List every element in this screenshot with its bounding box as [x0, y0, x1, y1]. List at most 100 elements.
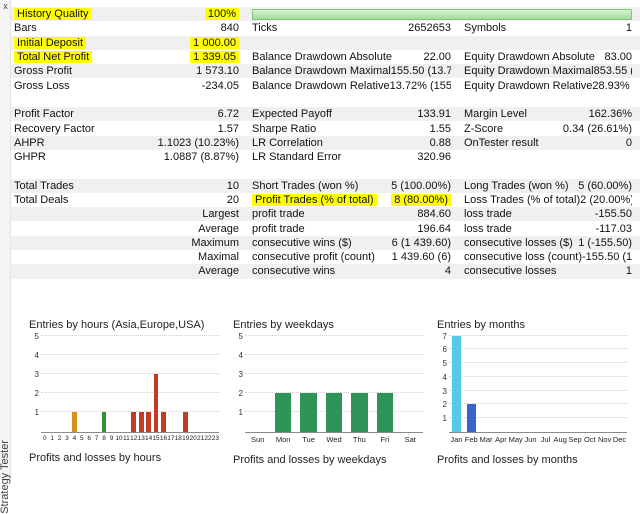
bar-15 [153, 374, 159, 432]
stat-value: -155.50 [594, 208, 632, 221]
stat-value: 320.96 [417, 151, 451, 164]
bar-Thu [351, 393, 368, 432]
stat-label: Total Trades [14, 179, 74, 192]
bar-Tue [300, 393, 317, 432]
strategy-tester-vertical-tab[interactable]: Strategy Tester [0, 440, 11, 514]
stat-label: loss trade [464, 222, 512, 235]
stat-label: Margin Level [464, 108, 527, 121]
stat-value: 0.88 [429, 136, 451, 149]
x-tick-label: 1 [50, 434, 54, 442]
stats-row: Bars 840 Ticks 2652653 Symbols 1 [11, 21, 640, 35]
stat-cell: Recovery Factor 1.57 [11, 123, 239, 135]
stat-value: 2 (20.00%) [580, 194, 632, 206]
x-tick-label: 3 [65, 434, 69, 442]
bar-slot [182, 337, 189, 432]
stat-cell: consecutive loss (count) -155.50 (1) [451, 251, 632, 263]
bar-slot [582, 337, 597, 432]
stat-value: 853.55 (28.93%) [593, 65, 632, 78]
stat-cell: Maximum [11, 237, 239, 249]
stat-label: Gross Profit [14, 65, 73, 78]
stat-cell: consecutive losses 1 [451, 265, 632, 277]
gridline [245, 334, 423, 336]
stat-label: consecutive losses [464, 265, 557, 278]
stats-row: Average profit trade 196.64 loss trade -117.… [11, 221, 640, 235]
stat-cell: LR Standard Error 320.96 [239, 151, 451, 163]
x-tick-label: 5 [80, 434, 84, 442]
bar-slot [189, 337, 196, 432]
stat-value: 196.64 [417, 222, 451, 235]
stat-label: LR Correlation [252, 136, 323, 149]
x-tick-label: 9 [109, 434, 114, 442]
stat-label: Balance Drawdown Relative [252, 79, 390, 92]
bar-8 [101, 412, 107, 432]
x-tick-label: 10 [115, 434, 123, 442]
x-tick-label: 0 [42, 434, 47, 442]
stat-cell: loss trade -117.03 [451, 223, 632, 235]
stats-spacer-row [11, 164, 640, 178]
stats-row: Profit Factor 6.72 Expected Payoff 133.91 Ma… [11, 107, 640, 122]
stats-row: Total Deals 20 Profit Trades (% of total) 8… [11, 193, 640, 207]
stat-cell: Equity Drawdown Absolute 83.00 [451, 51, 632, 63]
bar-19 [183, 412, 189, 432]
stat-cell: consecutive wins 4 [239, 265, 451, 277]
x-tick-label: 21 [196, 434, 205, 442]
chart-bars [41, 337, 219, 432]
x-tick-label: 14 [145, 434, 153, 442]
x-tick-label: 7 [94, 434, 99, 442]
stat-label: Sharpe Ratio [252, 122, 317, 135]
stat-label: Symbols [464, 22, 507, 35]
bar-slot [568, 337, 583, 432]
stat-label: LR Standard Error [252, 151, 342, 164]
stat-label: profit trade [252, 222, 305, 235]
bar-slot [160, 337, 167, 432]
stat-cell: Largest [11, 208, 239, 220]
stat-label: Balance Drawdown Maximal [252, 65, 391, 78]
stat-value: 20 [226, 194, 239, 206]
stat-value: 5 (100.00%) [391, 179, 451, 192]
stat-cell: Loss Trades (% of total) 2 (20.00%) [451, 194, 632, 206]
x-tick-label: 2 [57, 434, 62, 442]
y-tick-label: 4 [238, 350, 243, 360]
stat-cell: Balance Drawdown Maximal155.50 (13.72%) [239, 65, 451, 77]
stat-cell: Equity Drawdown Relative28.93% (853.55) [451, 80, 632, 92]
stat-cell: Bars 840 [11, 22, 239, 34]
stat-value: 2652653 [408, 22, 451, 35]
panel-caption-bar: x Strategy Tester [0, 0, 11, 514]
bar-slot [100, 337, 107, 432]
chart-footer-title: Profits and losses by weekdays [233, 453, 387, 466]
x-tick-label: Feb [464, 434, 478, 444]
y-tick-label: 2 [442, 400, 447, 410]
chart-plot-area: 1 2 3 4 5 [29, 332, 219, 433]
chart-y-axis: 1 2 3 4 5 [29, 332, 41, 433]
stat-cell: Total Net Profit 1 339.05 [11, 51, 239, 64]
chart-footer-title: Profits and losses by months [437, 453, 578, 466]
close-icon[interactable]: x [0, 0, 11, 12]
stat-value: 8 (80.00%) [391, 194, 451, 206]
x-tick-label: 19 [182, 434, 190, 442]
y-tick-label: 5 [442, 359, 447, 369]
x-tick-label: Jul [540, 434, 551, 444]
stat-label: Total Net Profit [14, 51, 93, 64]
x-tick-label: 11 [122, 434, 130, 442]
bar-slot [71, 337, 78, 432]
bar-Feb [466, 404, 476, 432]
stat-value: 28.93% (853.55) [592, 79, 632, 92]
bar-slot [398, 337, 423, 432]
stat-cell: Expected Payoff 133.91 [239, 108, 451, 120]
bar-slot [372, 337, 397, 432]
bar-Mon [275, 393, 292, 432]
x-tick-label: Fri [380, 434, 390, 444]
bar-slot [538, 337, 553, 432]
stat-value: 840 [220, 22, 239, 35]
bar-slot [86, 337, 93, 432]
stat-value: -234.05 [201, 79, 239, 92]
bar-slot [115, 337, 122, 432]
bar-slot [167, 337, 174, 432]
y-tick-label: 3 [238, 370, 243, 380]
stat-label: Long Trades (won %) [464, 179, 569, 192]
chart-y-axis: 1 2 3 4 5 6 7 [437, 332, 449, 433]
x-tick-label: May [508, 434, 523, 444]
x-tick-label: Wed [326, 434, 342, 444]
stat-value: 1 000.00 [190, 36, 239, 49]
stat-value: 884.60 [417, 208, 451, 221]
